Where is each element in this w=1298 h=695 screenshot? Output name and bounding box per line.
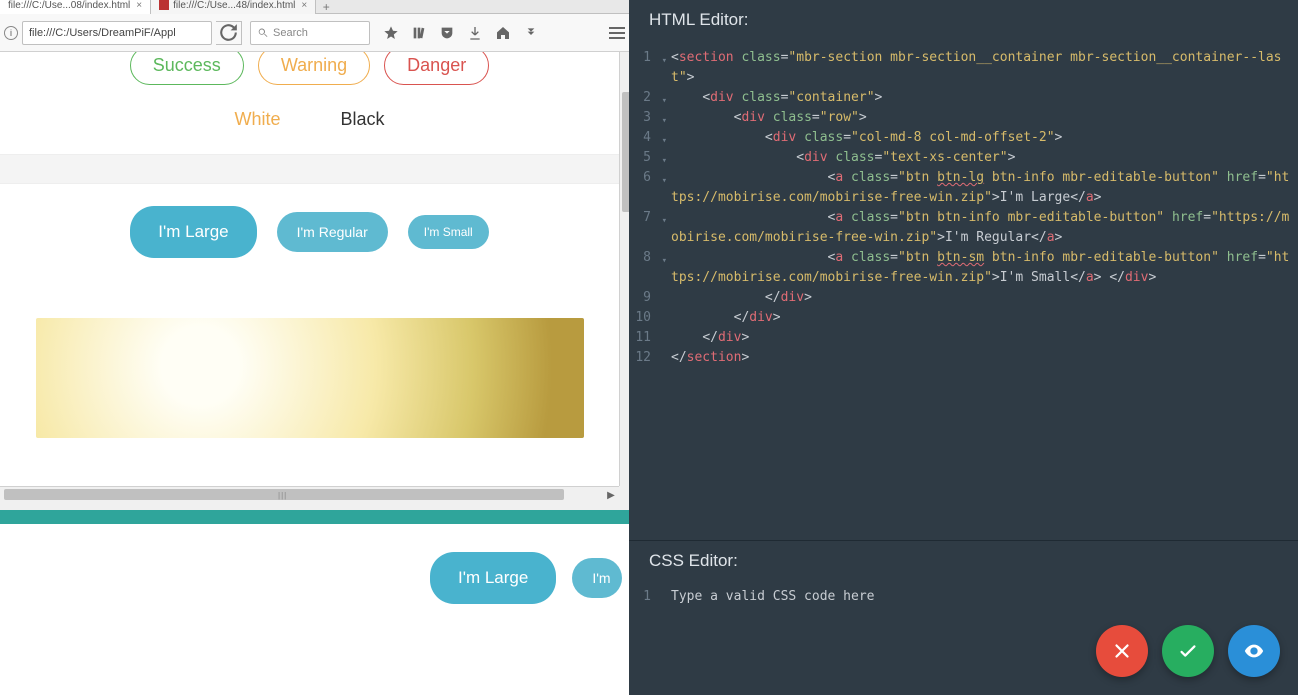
search-input[interactable]: Search xyxy=(250,21,370,45)
preview-button-row: I'm Large I'm xyxy=(0,552,629,604)
section-divider xyxy=(0,154,619,184)
tab-strip: file:///C:/Use...08/index.html × file://… xyxy=(0,0,635,14)
cancel-button[interactable] xyxy=(1096,625,1148,677)
size-button-row: I'm Large I'm Regular I'm Small xyxy=(0,206,619,258)
pocket-icon[interactable] xyxy=(438,24,456,42)
browser-toolbar: i file:///C:/Users/DreamPiF/Appl Search xyxy=(0,14,635,52)
page-content: Success Warning Danger White Black I'm L… xyxy=(0,52,619,438)
bookmark-star-icon[interactable] xyxy=(382,24,400,42)
menu-button[interactable] xyxy=(609,24,625,42)
close-icon[interactable]: × xyxy=(136,0,142,11)
editor-panel: HTML Editor: 1▾<section class="mbr-secti… xyxy=(629,0,1298,695)
tab-label: file:///C:/Use...48/index.html xyxy=(173,0,295,11)
search-placeholder: Search xyxy=(273,27,308,39)
browser-tab-1[interactable]: file:///C:/Use...48/index.html × xyxy=(151,0,316,14)
warning-pill[interactable]: Warning xyxy=(258,52,370,85)
close-icon xyxy=(1111,640,1133,662)
home-icon[interactable] xyxy=(494,24,512,42)
url-text: file:///C:/Users/DreamPiF/Appl xyxy=(29,27,176,39)
large-button[interactable]: I'm Large xyxy=(130,206,256,258)
scroll-right-arrow[interactable]: ▶ xyxy=(605,489,617,501)
url-input[interactable]: file:///C:/Users/DreamPiF/Appl xyxy=(22,21,212,45)
tab-label: file:///C:/Use...08/index.html xyxy=(8,0,130,11)
new-tab-button[interactable]: + xyxy=(316,0,336,13)
eye-icon xyxy=(1243,640,1265,662)
page-viewport: Success Warning Danger White Black I'm L… xyxy=(0,52,619,486)
download-icon[interactable] xyxy=(466,24,484,42)
html-editor: HTML Editor: 1▾<section class="mbr-secti… xyxy=(629,0,1298,530)
overflow-icon[interactable] xyxy=(522,24,540,42)
success-pill[interactable]: Success xyxy=(130,52,244,85)
horizontal-scrollbar[interactable]: ||| ▶ xyxy=(0,486,619,502)
toolbar-icons xyxy=(382,24,540,42)
browser-tab-0[interactable]: file:///C:/Use...08/index.html × xyxy=(0,0,151,14)
confirm-button[interactable] xyxy=(1162,625,1214,677)
white-label: White xyxy=(234,109,280,130)
preview-large-button[interactable]: I'm Large xyxy=(430,552,556,604)
preview-regular-button[interactable]: I'm xyxy=(572,558,622,598)
html-code-area[interactable]: 1▾<section class="mbr-section mbr-sectio… xyxy=(629,48,1298,530)
regular-button[interactable]: I'm Regular xyxy=(277,212,388,252)
css-code-area[interactable]: 1Type a valid CSS code here xyxy=(629,581,1298,607)
check-icon xyxy=(1177,640,1199,662)
preview-button[interactable] xyxy=(1228,625,1280,677)
preview-panel: I'm Large I'm xyxy=(0,510,629,695)
black-label: Black xyxy=(341,109,385,130)
pill-row: Success Warning Danger xyxy=(0,52,619,85)
browser-window: file:///C:/Use...08/index.html × file://… xyxy=(0,0,636,510)
library-icon[interactable] xyxy=(410,24,428,42)
css-editor-title: CSS Editor: xyxy=(629,541,1298,581)
site-info-icon[interactable]: i xyxy=(4,26,18,40)
hero-image xyxy=(36,318,584,438)
fab-row xyxy=(1096,625,1280,677)
html-editor-title: HTML Editor: xyxy=(629,0,1298,40)
text-row: White Black xyxy=(0,109,619,130)
search-icon xyxy=(257,27,269,39)
reload-button[interactable] xyxy=(216,21,242,45)
scrollbar-grip: ||| xyxy=(278,491,287,500)
preview-divider xyxy=(0,510,629,524)
close-icon[interactable]: × xyxy=(301,0,307,11)
small-button[interactable]: I'm Small xyxy=(408,215,489,249)
favicon-icon xyxy=(159,0,169,10)
danger-pill[interactable]: Danger xyxy=(384,52,489,85)
